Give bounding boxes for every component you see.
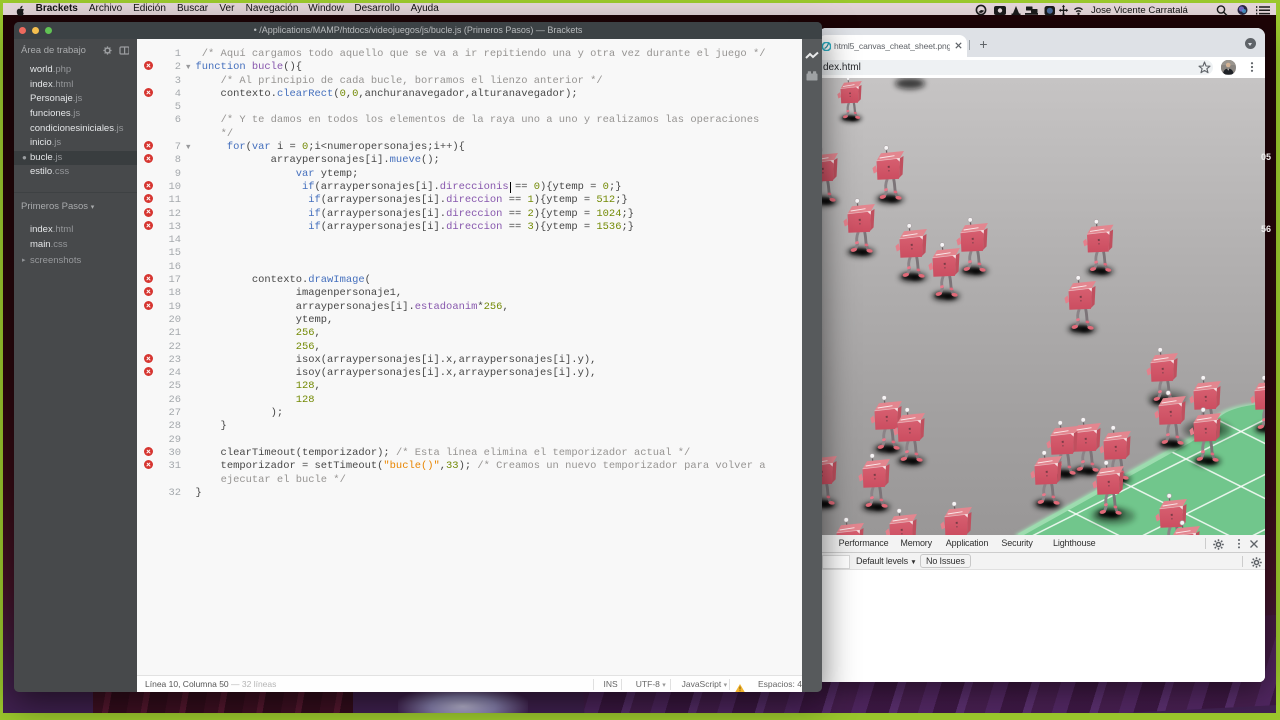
svg-text:Jose Vicente Carratalá: Jose Vicente Carratalá <box>1091 5 1189 16</box>
